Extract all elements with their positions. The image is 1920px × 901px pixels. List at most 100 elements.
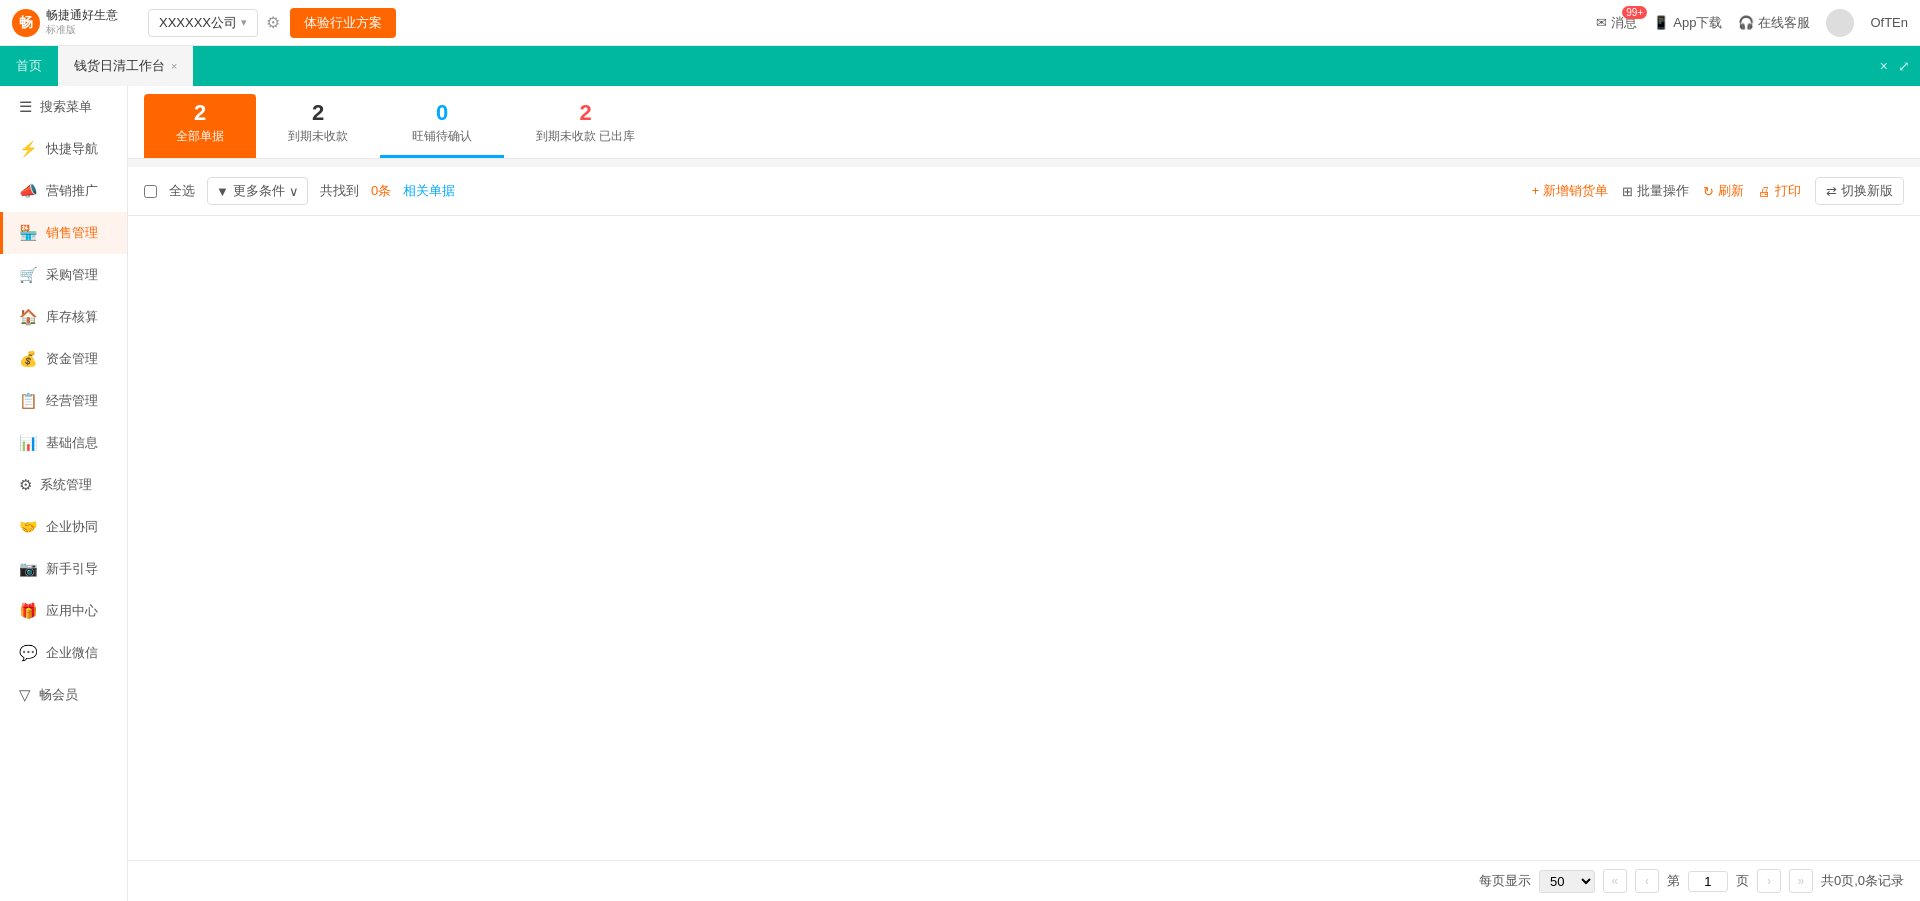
tab-home-label: 首页 [16, 57, 42, 75]
online-service-btn[interactable]: 🎧 在线客服 [1738, 14, 1810, 32]
add-sales-order-btn[interactable]: + 新增销货单 [1532, 182, 1608, 200]
quick-nav-icon: ⚡ [19, 140, 38, 158]
sidebar-item-label-guide: 新手引导 [46, 560, 98, 578]
sidebar-item-enterprise-coop[interactable]: 🤝 企业协同 [0, 506, 127, 548]
sidebar-item-enterprise-wechat[interactable]: 💬 企业微信 [0, 632, 127, 674]
sidebar-item-label-system: 系统管理 [40, 476, 92, 494]
per-page-select[interactable]: 50 10 20 100 [1539, 870, 1595, 893]
per-page-label: 每页显示 [1479, 872, 1531, 890]
trial-btn[interactable]: 体验行业方案 [290, 8, 396, 38]
finance-icon: 💰 [19, 350, 38, 368]
tab-workbench[interactable]: 钱货日清工作台 × [58, 46, 193, 86]
refresh-btn[interactable]: ↻ 刷新 [1703, 182, 1744, 200]
stat-tab-all[interactable]: 2 全部单据 [144, 94, 256, 158]
found-link[interactable]: 相关单据 [403, 182, 455, 200]
search-menu-icon: ☰ [19, 98, 32, 116]
inventory-icon: 🏠 [19, 308, 38, 326]
total-info: 共0页,0条记录 [1821, 872, 1904, 890]
sidebar-item-search-menu[interactable]: ☰ 搜索菜单 [0, 86, 127, 128]
select-all-label: 全选 [169, 182, 195, 200]
stat-wangpu-number: 0 [436, 102, 448, 124]
tab-close-icon[interactable]: × [171, 60, 177, 72]
chevron-down-icon: ▾ [241, 16, 247, 29]
sidebar-item-label-sales: 销售管理 [46, 224, 98, 242]
filter-btn[interactable]: ▼ 更多条件 ∨ [207, 177, 308, 205]
print-btn[interactable]: 🖨 打印 [1758, 182, 1801, 200]
sidebar-item-system[interactable]: ⚙ 系统管理 [0, 464, 127, 506]
purchase-icon: 🛒 [19, 266, 38, 284]
vip-icon: ▽ [19, 686, 31, 704]
company-name: XXXXXX公司 [159, 14, 237, 32]
sidebar: ☰ 搜索菜单 ⚡ 快捷导航 📣 营销推广 🏪 销售管理 🛒 采购管理 🏠 库存核… [0, 86, 128, 901]
app-download-btn[interactable]: 📱 App下载 [1653, 14, 1722, 32]
stat-all-label: 全部单据 [176, 128, 224, 145]
sidebar-item-finance[interactable]: 💰 资金管理 [0, 338, 127, 380]
next-page-btn[interactable]: › [1757, 869, 1781, 893]
enterprise-coop-icon: 🤝 [19, 518, 38, 536]
found-prefix: 共找到 [320, 182, 359, 200]
print-label: 打印 [1775, 182, 1801, 200]
sidebar-item-label-quicknav: 快捷导航 [46, 140, 98, 158]
select-all-checkbox[interactable] [144, 185, 157, 198]
sidebar-item-label-finance: 资金管理 [46, 350, 98, 368]
filter-label: 更多条件 [233, 182, 285, 200]
first-page-btn[interactable]: « [1603, 869, 1627, 893]
tab-home[interactable]: 首页 [0, 46, 58, 86]
enterprise-wechat-icon: 💬 [19, 644, 38, 662]
sidebar-item-basicinfo[interactable]: 📊 基础信息 [0, 422, 127, 464]
prev-page-btn[interactable]: ‹ [1635, 869, 1659, 893]
switch-icon: ⇄ [1826, 184, 1837, 199]
logo-tag: 标准版 [46, 23, 118, 37]
batch-operation-btn[interactable]: ⊞ 批量操作 [1622, 182, 1689, 200]
sidebar-item-purchase[interactable]: 🛒 采购管理 [0, 254, 127, 296]
logo-icon: 畅 [12, 9, 40, 37]
sidebar-item-inventory[interactable]: 🏠 库存核算 [0, 296, 127, 338]
basicinfo-icon: 📊 [19, 434, 38, 452]
sales-icon: 🏪 [19, 224, 38, 242]
header-right: ✉ 消息 99+ 📱 App下载 🎧 在线客服 OfTEn [1596, 9, 1908, 37]
stat-tab-wangpu[interactable]: 0 旺铺待确认 [380, 94, 504, 158]
sidebar-item-operations[interactable]: 📋 经营管理 [0, 380, 127, 422]
sidebar-item-vip[interactable]: ▽ 畅会员 [0, 674, 127, 716]
page-label: 第 [1667, 872, 1680, 890]
tab-close-all-icon[interactable]: × [1880, 58, 1888, 74]
sidebar-item-app-center[interactable]: 🎁 应用中心 [0, 590, 127, 632]
message-badge: 99+ [1622, 6, 1647, 19]
refresh-icon: ↻ [1703, 184, 1714, 199]
company-selector[interactable]: XXXXXX公司 ▾ [148, 9, 258, 37]
app-download-icon: 📱 [1653, 15, 1669, 30]
logo-text: 畅捷通好生意 [46, 8, 118, 24]
sidebar-item-marketing[interactable]: 📣 营销推广 [0, 170, 127, 212]
sidebar-item-quick-nav[interactable]: ⚡ 快捷导航 [0, 128, 127, 170]
tab-expand-icon[interactable]: ⤢ [1898, 58, 1910, 74]
message-icon: ✉ [1596, 15, 1607, 30]
stats-tabs: 2 全部单据 2 到期未收款 0 旺铺待确认 2 到期未收款 已出库 [128, 86, 1920, 159]
guide-icon: 📷 [19, 560, 38, 578]
switch-label: 切换新版 [1841, 182, 1893, 200]
sidebar-item-guide[interactable]: 📷 新手引导 [0, 548, 127, 590]
tab-workbench-label: 钱货日清工作台 [74, 57, 165, 75]
stat-tab-overdue-shipped[interactable]: 2 到期未收款 已出库 [504, 94, 667, 158]
last-page-btn[interactable]: » [1789, 869, 1813, 893]
sidebar-item-sales[interactable]: 🏪 销售管理 [0, 212, 127, 254]
sidebar-item-label-inventory: 库存核算 [46, 308, 98, 326]
sidebar-item-label-purchase: 采购管理 [46, 266, 98, 284]
settings-icon[interactable]: ⚙ [266, 13, 280, 32]
page-unit: 页 [1736, 872, 1749, 890]
avatar[interactable] [1826, 9, 1854, 37]
toolbar: 全选 ▼ 更多条件 ∨ 共找到 0条 相关单据 + 新增销货单 ⊞ 批量操作 ↻ [128, 167, 1920, 216]
logo-area: 畅 畅捷通好生意 标准版 [12, 8, 140, 38]
tab-bar: 首页 钱货日清工作台 × × ⤢ [0, 46, 1920, 86]
top-header: 畅 畅捷通好生意 标准版 XXXXXX公司 ▾ ⚙ 体验行业方案 ✉ 消息 99… [0, 0, 1920, 46]
stat-tab-overdue[interactable]: 2 到期未收款 [256, 94, 380, 158]
switch-version-btn[interactable]: ⇄ 切换新版 [1815, 177, 1904, 205]
toolbar-right: + 新增销货单 ⊞ 批量操作 ↻ 刷新 🖨 打印 ⇄ 切换新版 [1532, 177, 1904, 205]
operations-icon: 📋 [19, 392, 38, 410]
sidebar-item-label-appcenter: 应用中心 [46, 602, 98, 620]
found-count: 0条 [371, 182, 391, 200]
message-btn[interactable]: ✉ 消息 99+ [1596, 14, 1637, 32]
sidebar-item-label-marketing: 营销推广 [46, 182, 98, 200]
page-input[interactable] [1688, 871, 1728, 892]
system-icon: ⚙ [19, 476, 32, 494]
stat-shipped-label: 到期未收款 已出库 [536, 128, 635, 145]
